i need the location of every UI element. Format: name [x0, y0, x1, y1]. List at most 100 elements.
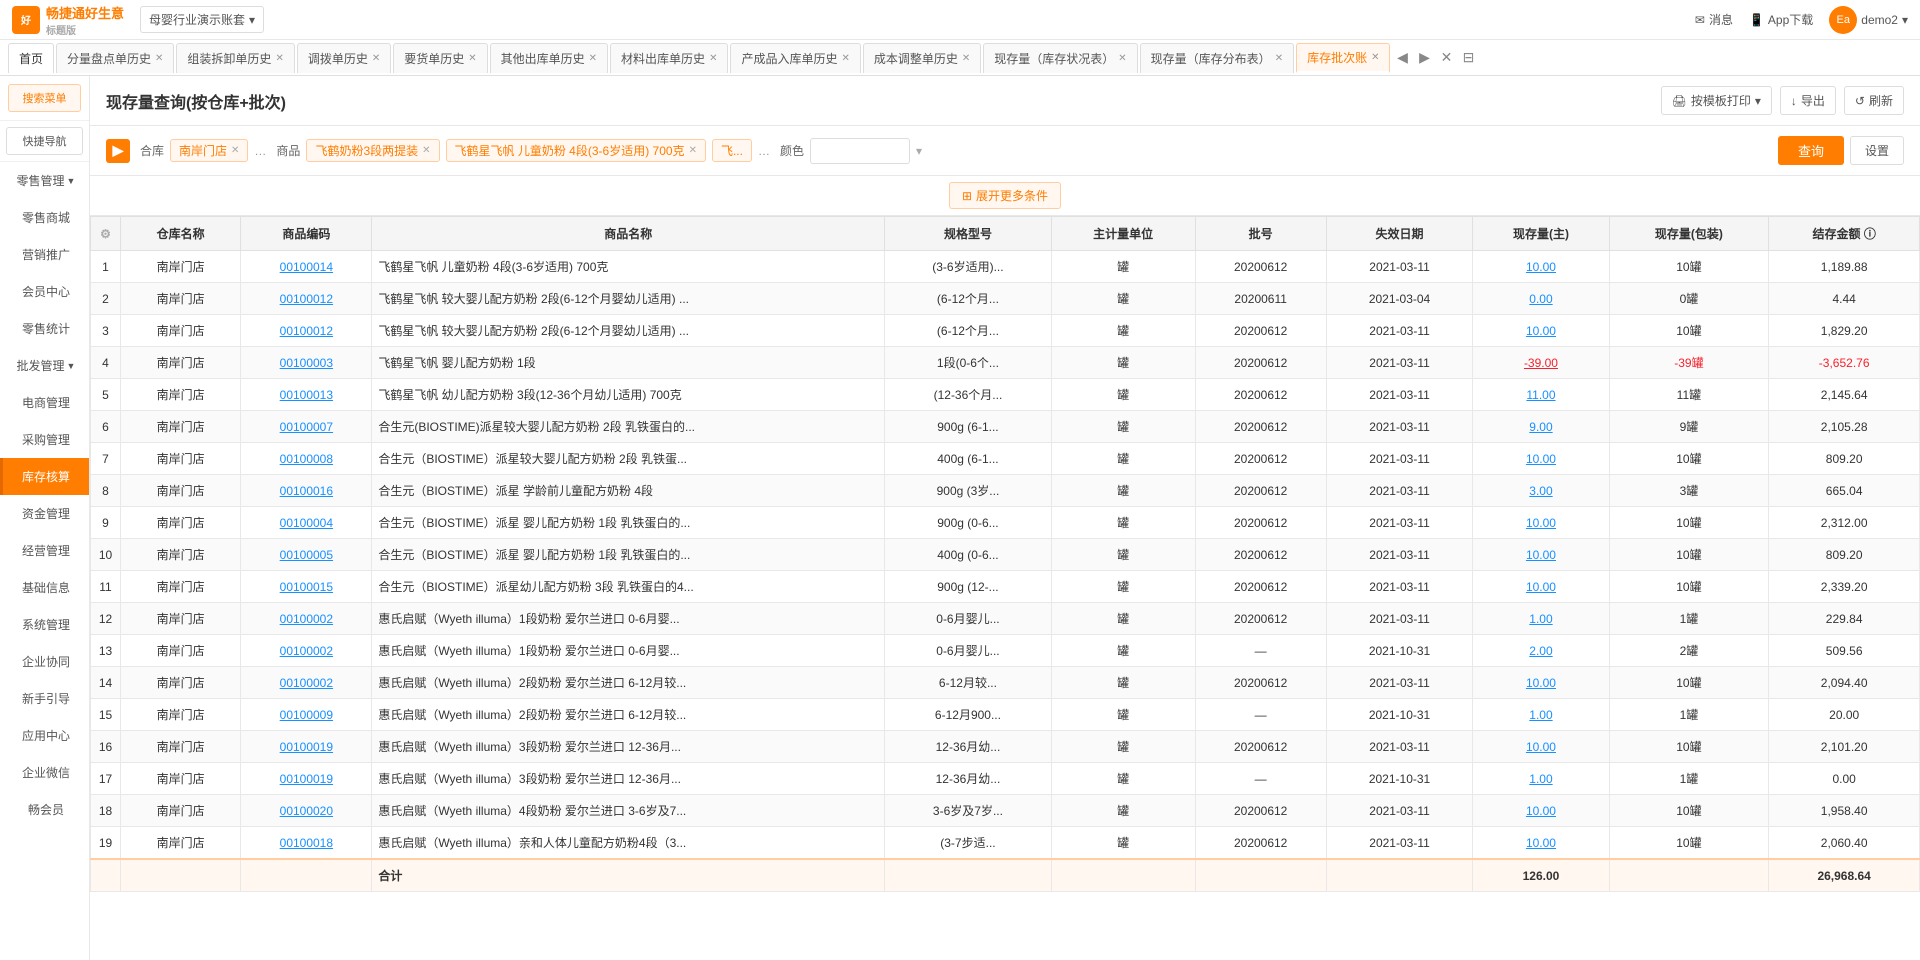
- cell-qty-main[interactable]: 10.00: [1473, 251, 1609, 283]
- product-more-icon[interactable]: …: [758, 144, 770, 158]
- cell-code[interactable]: 00100014: [241, 251, 372, 283]
- sidebar-item-basic[interactable]: 基础信息: [0, 569, 89, 606]
- sidebar-item-vip[interactable]: 畅会员: [0, 791, 89, 828]
- cell-code[interactable]: 00100020: [241, 795, 372, 827]
- cell-qty-main[interactable]: 10.00: [1473, 795, 1609, 827]
- tab-close-icon[interactable]: ✕: [841, 53, 849, 64]
- cell-qty-main[interactable]: 10.00: [1473, 539, 1609, 571]
- sidebar-item-apps[interactable]: 应用中心: [0, 717, 89, 754]
- message-btn[interactable]: ✉ 消息: [1695, 11, 1733, 28]
- tab-close-icon[interactable]: ✕: [372, 53, 380, 64]
- product-filter-tag3[interactable]: 飞...: [712, 139, 752, 162]
- tab-close-icon[interactable]: ✕: [962, 53, 970, 64]
- warehouse-remove-icon[interactable]: ✕: [231, 145, 239, 156]
- product-filter-tag2[interactable]: 飞鹤星飞帆 儿童奶粉 4段(3-6岁适用) 700克 ✕: [446, 139, 706, 162]
- cell-qty-main[interactable]: 10.00: [1473, 731, 1609, 763]
- cell-qty-main[interactable]: 10.00: [1473, 827, 1609, 860]
- cell-qty-main[interactable]: 9.00: [1473, 411, 1609, 443]
- cell-qty-main[interactable]: 2.00: [1473, 635, 1609, 667]
- tab-chengben[interactable]: 成本调整单历史 ✕: [863, 43, 981, 73]
- cell-code[interactable]: 00100018: [241, 827, 372, 860]
- sidebar-item-members[interactable]: 会员中心: [0, 273, 89, 310]
- user-area[interactable]: Ea demo2 ▾: [1829, 6, 1908, 34]
- tab-qitachu[interactable]: 其他出库单历史 ✕: [490, 43, 608, 73]
- product2-remove-icon[interactable]: ✕: [689, 145, 697, 156]
- tab-diaob[interactable]: 调拨单历史 ✕: [297, 43, 391, 73]
- tab-close-icon[interactable]: ✕: [709, 53, 717, 64]
- sidebar-item-wechat[interactable]: 企业微信: [0, 754, 89, 791]
- cell-qty-main[interactable]: 10.00: [1473, 571, 1609, 603]
- settings-col-icon[interactable]: ⚙: [100, 227, 111, 241]
- settings-btn[interactable]: 设置: [1850, 136, 1904, 165]
- product1-remove-icon[interactable]: ✕: [422, 145, 430, 156]
- tab-yaoh[interactable]: 要货单历史 ✕: [393, 43, 487, 73]
- tab-home[interactable]: 首页: [8, 43, 54, 73]
- tab-close-icon[interactable]: ✕: [275, 53, 283, 64]
- cell-qty-main[interactable]: 1.00: [1473, 763, 1609, 795]
- app-download-btn[interactable]: 📱 App下载: [1749, 11, 1813, 28]
- sidebar-item-operations[interactable]: 经营管理: [0, 532, 89, 569]
- sidebar-item-retail[interactable]: 零售管理 ▼: [0, 162, 89, 199]
- tab-xian1[interactable]: 现存量（库存状况表） ✕: [983, 43, 1137, 73]
- cell-code[interactable]: 00100002: [241, 603, 372, 635]
- cell-code[interactable]: 00100016: [241, 475, 372, 507]
- tab-close-icon[interactable]: ✕: [1371, 52, 1379, 63]
- filter-expand-arrow-btn[interactable]: ▶: [106, 139, 130, 163]
- cell-code[interactable]: 00100002: [241, 667, 372, 699]
- sidebar-item-system[interactable]: 系统管理: [0, 606, 89, 643]
- sidebar-item-marketing[interactable]: 营销推广: [0, 236, 89, 273]
- sidebar-item-retail-stats[interactable]: 零售统计: [0, 310, 89, 347]
- cell-qty-main[interactable]: 10.00: [1473, 667, 1609, 699]
- tab-fenpan[interactable]: 分量盘点单历史 ✕: [56, 43, 174, 73]
- tab-close-icon[interactable]: ✕: [589, 53, 597, 64]
- tab-close-icon[interactable]: ✕: [1118, 53, 1126, 64]
- cell-qty-main[interactable]: 10.00: [1473, 315, 1609, 347]
- export-btn[interactable]: ↓ 导出: [1780, 86, 1836, 115]
- cell-code[interactable]: 00100012: [241, 315, 372, 347]
- cell-qty-main[interactable]: 0.00: [1473, 283, 1609, 315]
- query-btn[interactable]: 查询: [1778, 136, 1844, 165]
- cell-code[interactable]: 00100013: [241, 379, 372, 411]
- quick-nav-btn[interactable]: 快捷导航: [6, 127, 83, 155]
- tab-next-btn[interactable]: ▶: [1414, 48, 1434, 68]
- tab-cailiaochu[interactable]: 材料出库单历史 ✕: [610, 43, 728, 73]
- cell-qty-main[interactable]: 11.00: [1473, 379, 1609, 411]
- expand-conditions-btn[interactable]: ⊞ 展开更多条件: [949, 182, 1061, 209]
- tab-close-all-btn[interactable]: ✕: [1436, 48, 1456, 68]
- industry-selector[interactable]: 母婴行业演示账套 ▾: [140, 6, 264, 33]
- cell-qty-main[interactable]: 1.00: [1473, 699, 1609, 731]
- product-filter-tag1[interactable]: 飞鹤奶粉3段两提装 ✕: [306, 139, 439, 162]
- tab-chengpin[interactable]: 产成品入库单历史 ✕: [730, 43, 860, 73]
- cell-code[interactable]: 00100003: [241, 347, 372, 379]
- refresh-btn[interactable]: ↺ 刷新: [1844, 86, 1904, 115]
- cell-qty-main[interactable]: 10.00: [1473, 507, 1609, 539]
- tab-prev-btn[interactable]: ◀: [1392, 48, 1412, 68]
- warehouse-more-icon[interactable]: …: [254, 144, 266, 158]
- tab-kucun[interactable]: 库存批次账 ✕: [1296, 43, 1390, 73]
- tab-xian2[interactable]: 现存量（库存分布表） ✕: [1140, 43, 1294, 73]
- cell-code[interactable]: 00100007: [241, 411, 372, 443]
- tab-close-icon[interactable]: ✕: [468, 53, 476, 64]
- cell-code[interactable]: 00100008: [241, 443, 372, 475]
- cell-code[interactable]: 00100009: [241, 699, 372, 731]
- tab-close-icon[interactable]: ✕: [155, 53, 163, 64]
- sidebar-item-wholesale[interactable]: 批发管理 ▼: [0, 347, 89, 384]
- cell-code[interactable]: 00100005: [241, 539, 372, 571]
- tab-menu-btn[interactable]: ⊟: [1458, 48, 1478, 68]
- cell-code[interactable]: 00100002: [241, 635, 372, 667]
- cell-qty-main[interactable]: -39.00: [1473, 347, 1609, 379]
- tab-zuhe[interactable]: 组装拆卸单历史 ✕: [176, 43, 294, 73]
- sidebar-item-ecommerce[interactable]: 电商管理: [0, 384, 89, 421]
- sidebar-item-coop[interactable]: 企业协同: [0, 643, 89, 680]
- cell-qty-main[interactable]: 10.00: [1473, 443, 1609, 475]
- cell-code[interactable]: 00100012: [241, 283, 372, 315]
- cell-code[interactable]: 00100004: [241, 507, 372, 539]
- sidebar-item-retail-store[interactable]: 零售商城: [0, 199, 89, 236]
- sidebar-item-finance[interactable]: 资金管理: [0, 495, 89, 532]
- cell-code[interactable]: 00100019: [241, 763, 372, 795]
- search-menu-btn[interactable]: 搜索菜单: [8, 84, 81, 112]
- sidebar-item-inventory[interactable]: 库存核算: [0, 458, 89, 495]
- cell-qty-main[interactable]: 1.00: [1473, 603, 1609, 635]
- print-btn[interactable]: 🖨 按模板打印 ▾: [1661, 86, 1772, 115]
- tab-close-icon[interactable]: ✕: [1275, 53, 1283, 64]
